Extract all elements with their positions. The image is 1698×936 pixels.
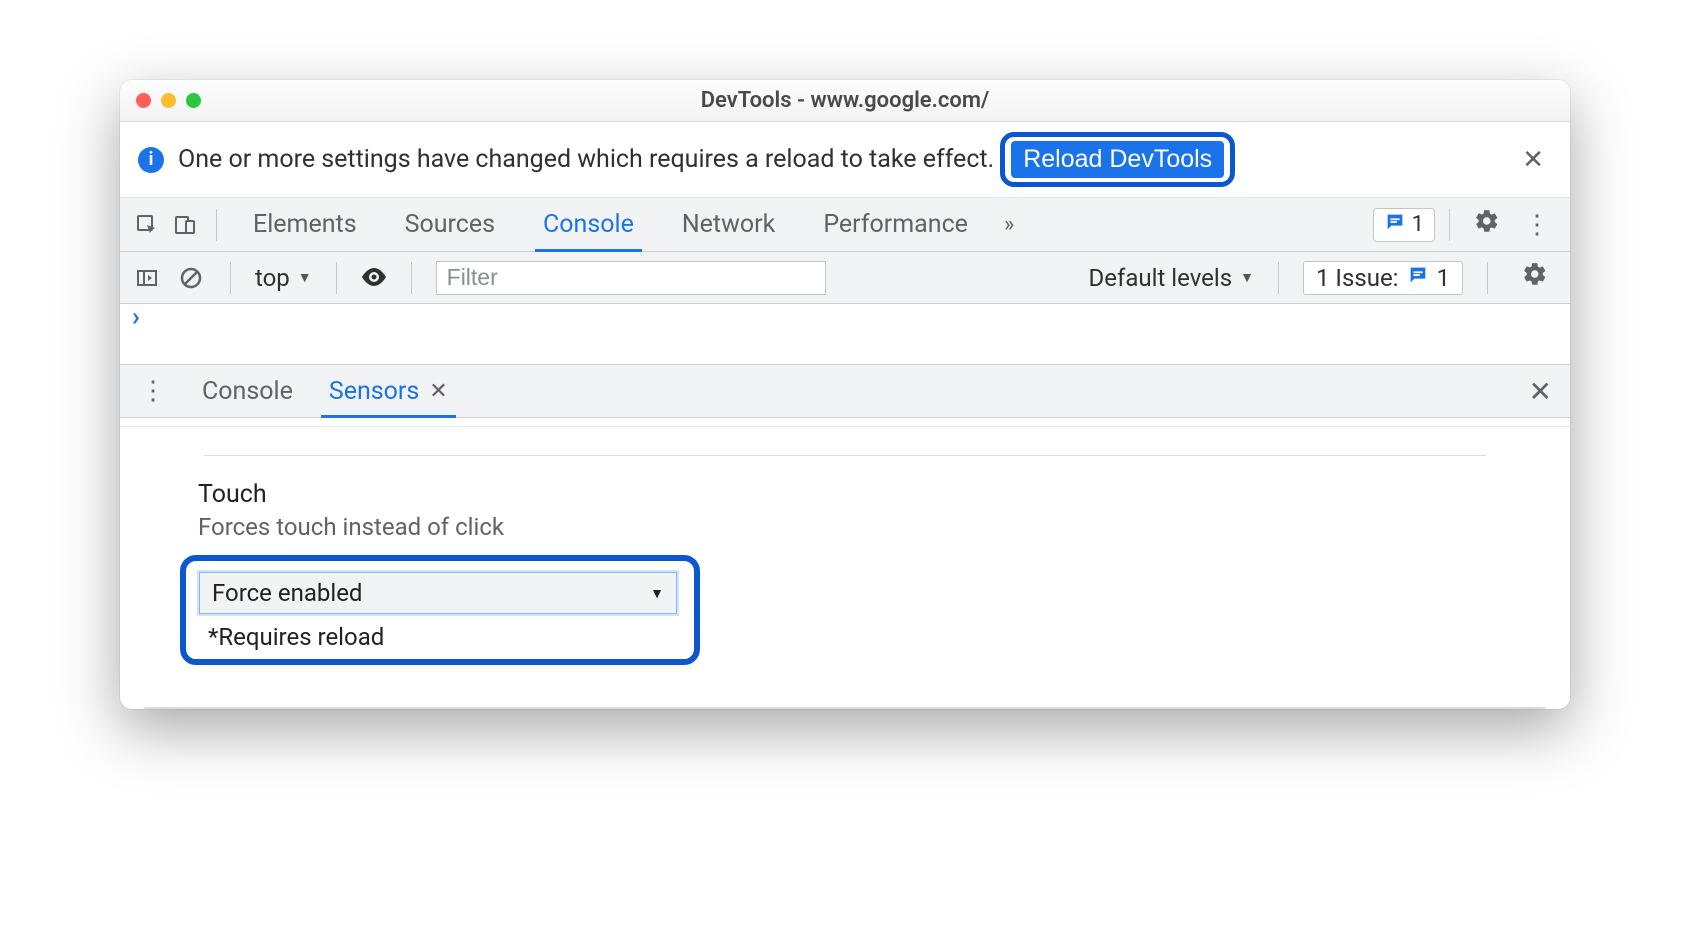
separator [336, 262, 337, 294]
traffic-lights [136, 93, 201, 108]
dropdown-icon: ▼ [1240, 269, 1254, 286]
divider [144, 707, 1546, 709]
tab-network[interactable]: Network [660, 198, 797, 251]
touch-select-value: Force enabled [212, 579, 362, 607]
tab-performance[interactable]: Performance [801, 198, 990, 251]
main-toolbar: Elements Sources Console Network Perform… [120, 198, 1570, 252]
more-options-icon[interactable]: ⋮ [1514, 210, 1560, 240]
separator [1449, 209, 1450, 241]
messages-count: 1 [1412, 212, 1424, 237]
touch-subheading: Forces touch instead of click [198, 513, 1510, 541]
drawer-tabs: ⋮ Console Sensors ✕ ✕ [120, 364, 1570, 418]
messages-badge[interactable]: 1 [1373, 208, 1435, 242]
inspect-element-icon[interactable] [130, 208, 164, 242]
infobar-close-icon[interactable]: ✕ [1514, 145, 1552, 175]
message-icon [1384, 211, 1406, 239]
toggle-sidebar-icon[interactable] [132, 263, 162, 293]
sensors-panel: Touch Forces touch instead of click Forc… [120, 426, 1570, 693]
dropdown-icon: ▼ [650, 585, 664, 602]
drawer-tab-console[interactable]: Console [184, 365, 311, 417]
reload-devtools-button[interactable]: Reload DevTools [1011, 141, 1224, 178]
infobar-message: One or more settings have changed which … [178, 145, 994, 174]
tab-elements[interactable]: Elements [231, 198, 379, 251]
issues-button[interactable]: 1 Issue: 1 [1303, 261, 1463, 295]
reload-infobar: i One or more settings have changed whic… [120, 122, 1570, 198]
message-icon [1407, 264, 1429, 292]
context-label: top [255, 264, 290, 292]
close-drawer-icon[interactable]: ✕ [1529, 375, 1560, 408]
minimize-window-button[interactable] [161, 93, 176, 108]
separator [411, 262, 412, 294]
touch-highlight: Force enabled ▼ *Requires reload [180, 555, 700, 665]
separator [216, 209, 217, 241]
issues-count: 1 [1437, 264, 1451, 292]
device-toolbar-icon[interactable] [168, 208, 202, 242]
separator [230, 262, 231, 294]
drawer-more-icon[interactable]: ⋮ [130, 376, 184, 406]
context-selector[interactable]: top ▼ [255, 264, 312, 292]
touch-heading: Touch [198, 480, 1510, 509]
settings-gear-icon[interactable] [1464, 208, 1510, 241]
separator [1278, 262, 1279, 294]
console-output[interactable]: › [120, 304, 1570, 364]
separator [1487, 262, 1488, 294]
more-tabs-icon[interactable]: » [994, 212, 1024, 237]
drawer-tab-sensors[interactable]: Sensors ✕ [311, 365, 466, 417]
drawer-tab-label: Sensors [329, 377, 419, 406]
live-expression-icon[interactable] [361, 264, 387, 292]
filter-input[interactable] [436, 261, 826, 295]
close-window-button[interactable] [136, 93, 151, 108]
clear-console-icon[interactable] [176, 263, 206, 293]
console-prompt-icon: › [132, 302, 140, 332]
maximize-window-button[interactable] [186, 93, 201, 108]
devtools-window: DevTools - www.google.com/ i One or more… [120, 80, 1570, 709]
tab-sources[interactable]: Sources [383, 198, 517, 251]
log-levels-selector[interactable]: Default levels ▼ [1089, 264, 1254, 292]
issues-label: 1 Issue: [1316, 264, 1399, 292]
dropdown-icon: ▼ [298, 269, 312, 286]
requires-reload-note: *Requires reload [208, 623, 678, 651]
window-title: DevTools - www.google.com/ [120, 88, 1570, 113]
close-tab-icon[interactable]: ✕ [429, 379, 447, 404]
drawer-tab-label: Console [202, 377, 293, 406]
touch-select[interactable]: Force enabled ▼ [198, 571, 678, 615]
console-toolbar: top ▼ Default levels ▼ 1 Issue: 1 [120, 252, 1570, 304]
divider [204, 455, 1486, 456]
tab-console[interactable]: Console [521, 198, 656, 251]
info-icon: i [138, 147, 164, 173]
console-settings-gear-icon[interactable] [1512, 261, 1558, 294]
titlebar: DevTools - www.google.com/ [120, 80, 1570, 122]
reload-highlight: Reload DevTools [1000, 132, 1235, 187]
levels-label: Default levels [1089, 264, 1233, 292]
